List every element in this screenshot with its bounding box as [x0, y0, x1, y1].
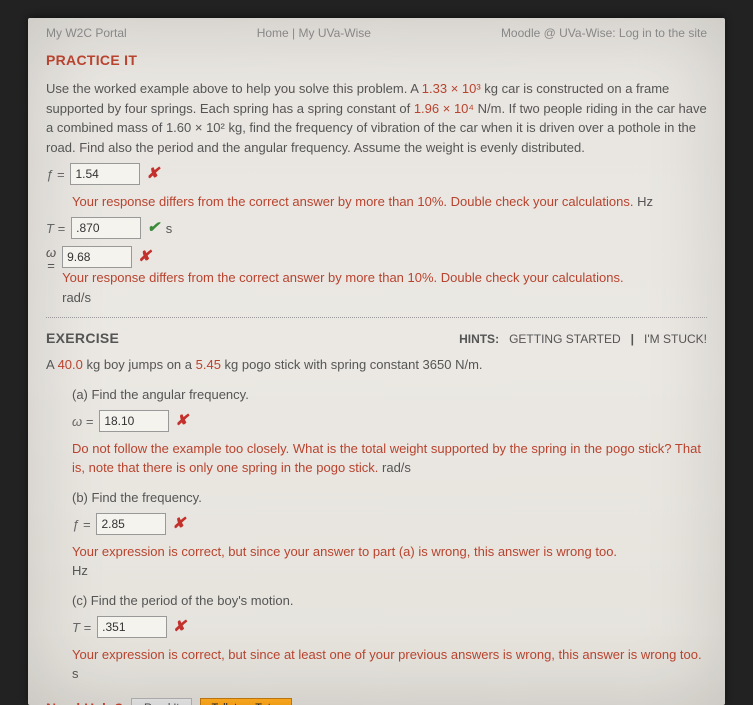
- read-it-button[interactable]: Read It: [131, 698, 192, 705]
- x-icon: ✘: [175, 410, 188, 433]
- part-c: (c) Find the period of the boy's motion.…: [72, 591, 707, 639]
- hints: HINTS: GETTING STARTED | I'M STUCK!: [459, 330, 707, 348]
- c-input[interactable]: [97, 616, 167, 638]
- T-input[interactable]: [71, 217, 141, 239]
- nav-left[interactable]: My W2C Portal: [46, 24, 127, 42]
- part-b: (b) Find the frequency. ƒ = ✘: [72, 488, 707, 536]
- a-feedback: Do not follow the example too closely. W…: [72, 439, 707, 478]
- hint-stuck[interactable]: I'M STUCK!: [644, 332, 707, 346]
- part-a: (a) Find the angular frequency. ω = ✘: [72, 385, 707, 433]
- x-icon: ✘: [138, 246, 151, 269]
- check-icon: ✔: [147, 217, 160, 240]
- part-b-q: (b) Find the frequency.: [72, 488, 707, 508]
- need-help-label: Need Help?: [46, 698, 123, 705]
- exercise-intro: A 40.0 kg boy jumps on a 5.45 kg pogo st…: [46, 355, 707, 375]
- top-nav: My W2C Portal Home | My UVa-Wise Moodle …: [28, 18, 725, 46]
- b-input[interactable]: [96, 513, 166, 535]
- nav-right[interactable]: Moodle @ UVa-Wise: Log in to the site: [501, 24, 707, 42]
- period-row: T = ✔ s: [46, 217, 707, 240]
- c-feedback: Your expression is correct, but since at…: [72, 645, 707, 684]
- T-label: T =: [46, 219, 65, 239]
- x-icon: ✘: [146, 163, 159, 186]
- hint-getting-started[interactable]: GETTING STARTED: [509, 332, 621, 346]
- b-feedback: Your expression is correct, but since yo…: [72, 542, 707, 581]
- need-help: Need Help? Read It Talk to a Tutor: [46, 698, 707, 705]
- exercise-title: EXERCISE: [46, 328, 119, 349]
- w-eq: =: [47, 259, 55, 272]
- f-label: ƒ =: [46, 165, 64, 185]
- w-feedback: Your response differs from the correct a…: [62, 268, 707, 288]
- nav-center[interactable]: Home | My UVa-Wise: [257, 24, 371, 42]
- part-a-q: (a) Find the angular frequency.: [72, 385, 707, 405]
- part-c-q: (c) Find the period of the boy's motion.: [72, 591, 707, 611]
- freq-row: ƒ = ✘: [46, 163, 707, 186]
- w-unit: rad/s: [62, 288, 707, 308]
- practice-title: PRACTICE IT: [46, 50, 707, 71]
- w-input[interactable]: [62, 246, 132, 268]
- w-label: ω: [46, 246, 56, 259]
- a-input[interactable]: [99, 410, 169, 432]
- practice-intro: Use the worked example above to help you…: [46, 79, 707, 157]
- f-input[interactable]: [70, 163, 140, 185]
- omega-row: ✘: [62, 246, 707, 269]
- talk-tutor-button[interactable]: Talk to a Tutor: [200, 698, 291, 705]
- a-label: ω =: [72, 412, 93, 432]
- T-unit: s: [166, 219, 173, 239]
- x-icon: ✘: [173, 616, 186, 639]
- c-label: T =: [72, 618, 91, 638]
- x-icon: ✘: [172, 513, 185, 536]
- divider: [46, 317, 707, 318]
- b-label: ƒ =: [72, 515, 90, 535]
- f-feedback: Your response differs from the correct a…: [72, 192, 707, 212]
